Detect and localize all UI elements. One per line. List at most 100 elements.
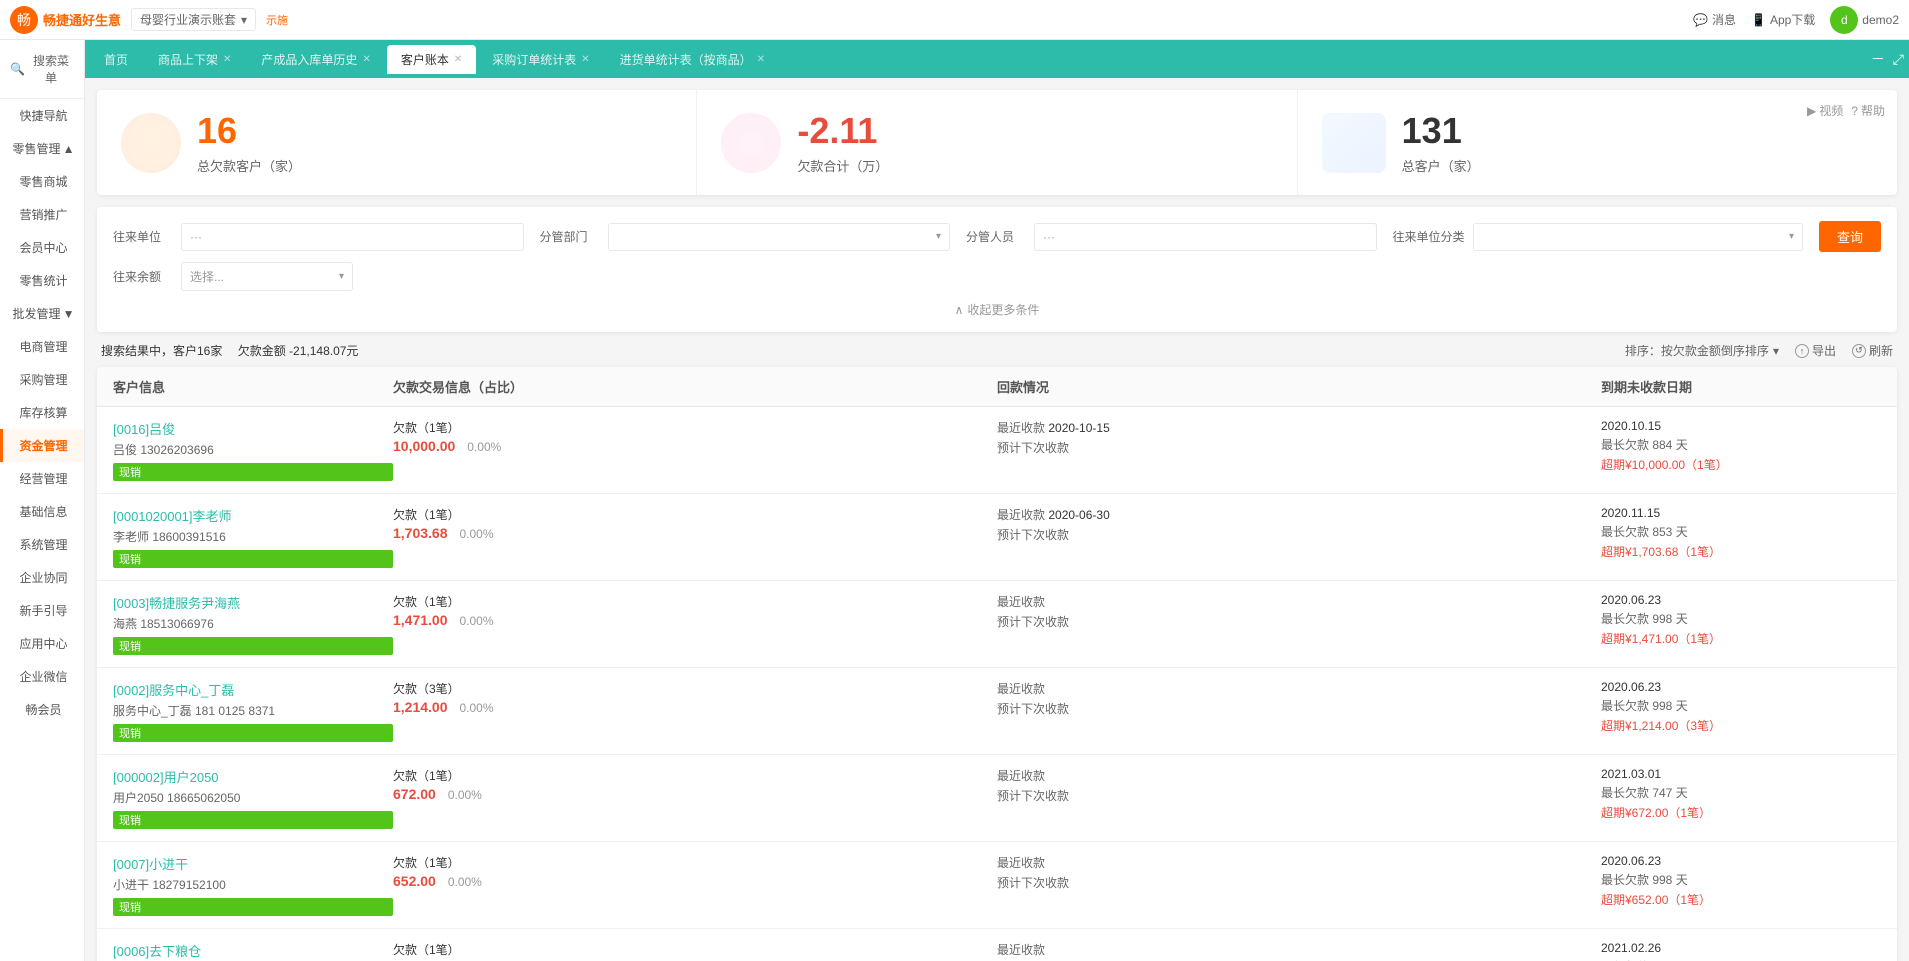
sidebar-item-app-center[interactable]: 应用中心 [0,627,84,660]
ellipsis-person-icon: ··· [1043,230,1055,244]
message-btn[interactable]: 💬 消息 [1693,11,1736,28]
sidebar-item-wechat[interactable]: 企业微信 [0,660,84,693]
filter-person-input[interactable]: ··· [1034,223,1377,251]
customer-name-4[interactable]: [0002]服务中心_丁磊 [113,680,393,699]
tab-purchase-order[interactable]: 采购订单统计表 ✕ [478,45,603,74]
recovery-info-2: 最近收款 2020-06-30 预计下次收款 [997,506,1601,543]
filter-balance-select[interactable]: 选择... ▾ [181,262,353,291]
search-result-text: 搜索结果中，客户16家 [101,344,222,358]
sidebar-item-vip[interactable]: 畅会员 [0,693,84,726]
customer-info-4: [0002]服务中心_丁磊 服务中心_丁磊 181 0125 8371 现销 [113,680,393,742]
tab-purchase-order-close[interactable]: ✕ [581,54,589,65]
refresh-btn[interactable]: ↺ 刷新 [1852,342,1893,359]
sidebar-item-business[interactable]: 经营管理 [0,462,84,495]
sidebar-item-finance[interactable]: 资金管理 [0,429,84,462]
sidebar-item-base-info[interactable]: 基础信息 [0,495,84,528]
table-row: [0001020001]李老师 李老师 18600391516 现销 欠款（1笔… [97,494,1897,581]
tab-maximize-btn[interactable]: ⤢ [1893,49,1904,69]
filter-from-unit-input[interactable]: ··· [181,223,524,251]
tab-customer-close[interactable]: ✕ [454,54,462,65]
export-btn[interactable]: ↑ 导出 [1795,342,1836,359]
overdue-amount-6[interactable]: 超期¥652.00（1笔） [1601,891,1881,908]
video-btn[interactable]: ▶ 视频 [1807,102,1843,119]
debt-amount-6[interactable]: 652.00 [393,873,436,889]
filter-dept-input[interactable]: ▾ [608,223,951,251]
debt-amount-4[interactable]: 1,214.00 [393,699,448,715]
recovery-info-7: 最近收款 预计下次收款 [997,941,1601,961]
video-icon: ▶ [1807,104,1816,118]
message-label: 消息 [1712,11,1736,28]
debt-amount-3[interactable]: 1,471.00 [393,612,448,628]
search-menu-label: 搜索菜单 [28,52,74,86]
stat-number-total: 131 [1402,110,1480,152]
sidebar-item-guide[interactable]: 新手引导 [0,594,84,627]
orange-label[interactable]: 示施 [266,12,288,28]
overdue-amount-4[interactable]: 超期¥1,214.00（3笔） [1601,717,1881,734]
customer-name-3[interactable]: [0003]畅捷服务尹海燕 [113,593,393,612]
customer-name-5[interactable]: [000002]用户2050 [113,767,393,786]
debt-info-3: 欠款（1笔） 1,471.00 0.00% [393,593,997,628]
tab-bar-actions: － ⤢ [1871,49,1904,69]
industry-select[interactable]: 母婴行业演示账套 ▾ [131,8,256,31]
debt-percent-1: 0.00% [467,440,501,454]
overdue-amount-3[interactable]: 超期¥1,471.00（1笔） [1601,630,1881,647]
customer-name-6[interactable]: [0007]小进干 [113,854,393,873]
results-info: 搜索结果中，客户16家 欠款金额 -21,148.07元 排序：按欠款金额倒序排… [97,342,1897,359]
customer-name-2[interactable]: [0001020001]李老师 [113,506,393,525]
sidebar-item-ecommerce[interactable]: 电商管理 [0,330,84,363]
page-content: 16 总欠款客户（家） -2.11 欠款合计（万） 131 总客户（家） [85,78,1909,961]
chevron-down-icon: ▾ [241,13,247,27]
logo-icon: 畅 [10,6,38,34]
tab-production[interactable]: 产成品入库单历史 ✕ [247,45,384,74]
filter-unit-category-input[interactable]: ▾ [1473,223,1803,251]
tab-production-close[interactable]: ✕ [362,54,370,65]
th-customer: 客户信息 [113,377,393,396]
sidebar-item-enterprise[interactable]: 企业协同 [0,561,84,594]
recovery-info-5: 最近收款 预计下次收款 [997,767,1601,804]
username: demo2 [1862,13,1899,27]
customer-name-1[interactable]: [0016]吕俊 [113,419,393,438]
debt-percent-2: 0.00% [460,527,494,541]
sidebar-item-purchase[interactable]: 采购管理 [0,363,84,396]
tab-products-close[interactable]: ✕ [223,54,231,65]
debt-amount-5[interactable]: 672.00 [393,786,436,802]
tab-purchase-stats[interactable]: 进货单统计表（按商品） ✕ [606,45,779,74]
sidebar-item-member[interactable]: 会员中心 [0,231,84,264]
th-recovery: 回款情况 [997,377,1601,396]
overdue-amount-2[interactable]: 超期¥1,703.68（1笔） [1601,543,1881,560]
logo-area: 畅 畅捷通好生意 [10,6,121,34]
debt-amount-1[interactable]: 10,000.00 [393,438,455,454]
stat-card-debt-customers: 16 总欠款客户（家） [97,90,697,195]
main-layout: 🔍 搜索菜单 快捷导航 零售管理 ▲ 零售商城 营销推广 会员中心 零售统计 批… [0,40,1909,961]
search-button[interactable]: 查询 [1819,221,1881,252]
sidebar-item-batch-mgmt[interactable]: 批发管理 ▼ [0,297,84,330]
customer-name-7[interactable]: [0006]去下粮仓 [113,941,393,960]
collapse-btn[interactable]: ∧ 收起更多条件 [955,301,1040,318]
sidebar-item-retail-store[interactable]: 零售商城 [0,165,84,198]
sidebar-item-quick-nav[interactable]: 快捷导航 [0,99,84,132]
debt-info-7: 欠款（1笔） 455.90 0.00% [393,941,997,961]
sidebar-item-inventory[interactable]: 库存核算 [0,396,84,429]
debt-amount-2[interactable]: 1,703.68 [393,525,448,541]
tab-products[interactable]: 商品上下架 ✕ [144,45,245,74]
overdue-amount-1[interactable]: 超期¥10,000.00（1笔） [1601,456,1881,473]
sidebar-item-marketing[interactable]: 营销推广 [0,198,84,231]
tab-purchase-stats-close[interactable]: ✕ [757,54,765,65]
sidebar-item-retail-mgmt[interactable]: 零售管理 ▲ [0,132,84,165]
app-download-btn[interactable]: 📱 App下载 [1751,11,1815,28]
export-icon: ↑ [1795,344,1809,358]
tab-minimize-btn[interactable]: － [1871,49,1885,69]
search-menu-btn[interactable]: 🔍 搜索菜单 [6,48,78,90]
sidebar-search[interactable]: 🔍 搜索菜单 [0,40,84,99]
filter-person: 分管人员 ··· [966,223,1377,251]
sidebar-item-system[interactable]: 系统管理 [0,528,84,561]
sidebar-item-retail-stats[interactable]: 零售统计 [0,264,84,297]
help-btn[interactable]: ? 帮助 [1851,102,1885,119]
user-area[interactable]: d demo2 [1830,6,1899,34]
tab-customer-account[interactable]: 客户账本 ✕ [387,45,476,74]
sort-select[interactable]: 排序：按欠款金额倒序排序 ▾ [1625,342,1779,359]
overdue-amount-5[interactable]: 超期¥672.00（1笔） [1601,804,1881,821]
tab-home[interactable]: 首页 [90,45,142,74]
customer-phone-4: 服务中心_丁磊 181 0125 8371 [113,702,393,719]
table-row: [0007]小进干 小进干 18279152100 现销 欠款（1笔） 652.… [97,842,1897,929]
